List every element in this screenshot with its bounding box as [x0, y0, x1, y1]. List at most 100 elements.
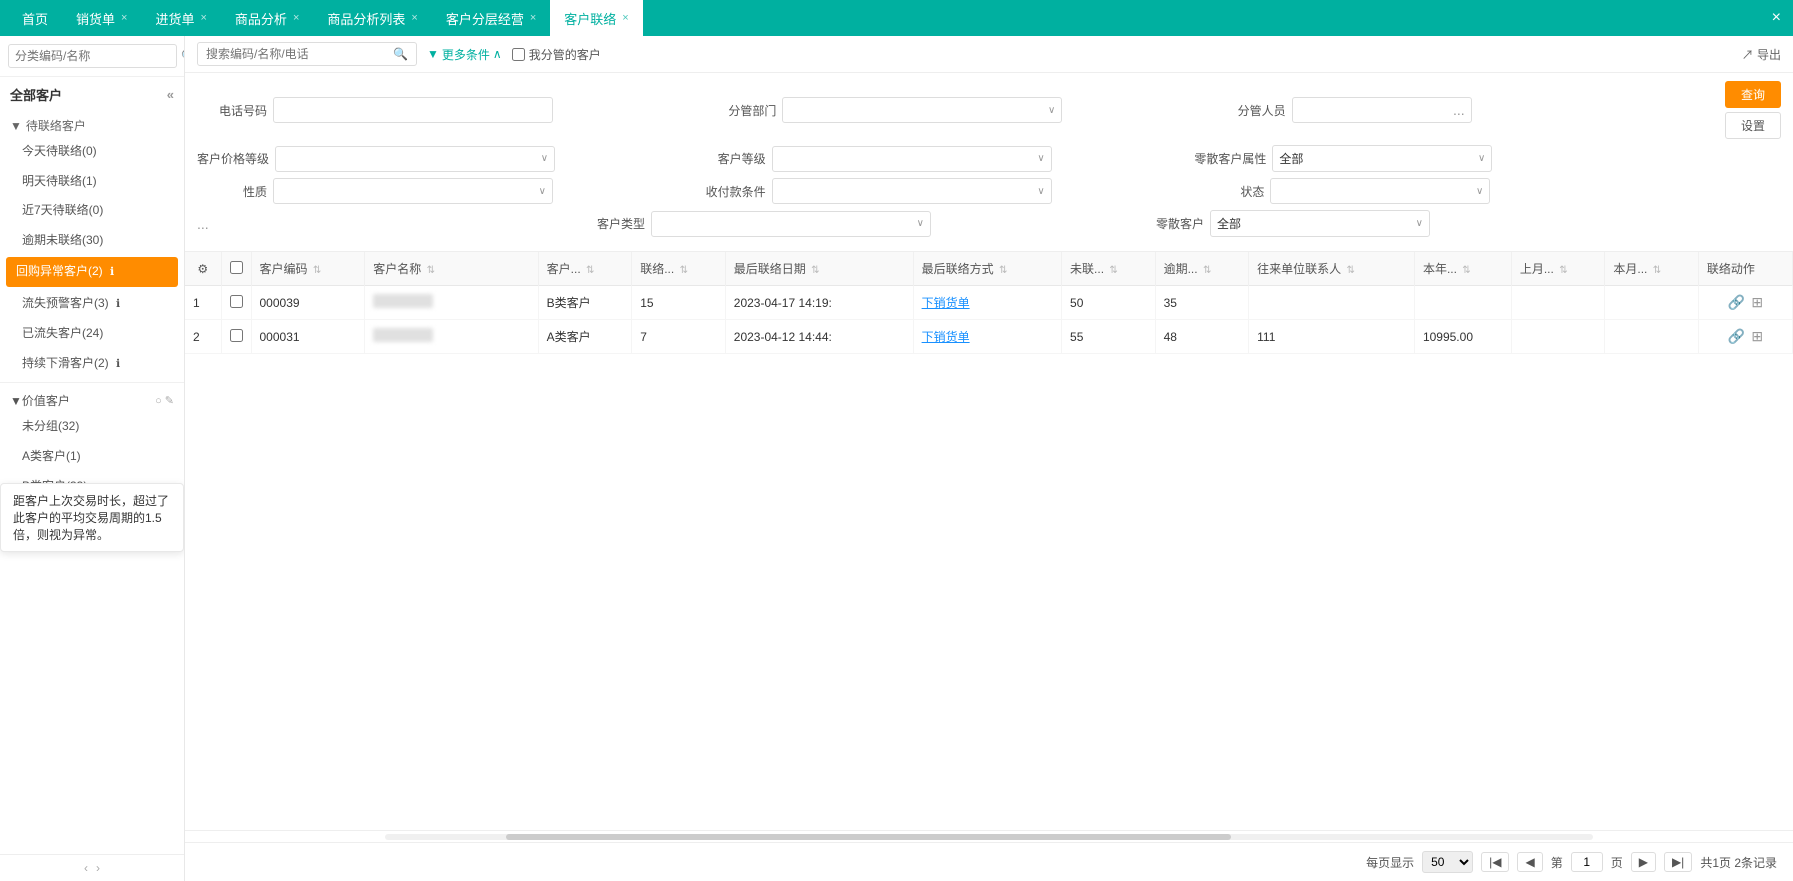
- per-page-select[interactable]: 50 20 100: [1422, 851, 1473, 873]
- customer-type-select[interactable]: ∨: [651, 211, 931, 237]
- sort-this-year[interactable]: ⇅: [1462, 265, 1470, 276]
- action-grid-icon[interactable]: ⊞: [1751, 294, 1763, 311]
- retail-customer-select[interactable]: 全部 ∨: [1210, 210, 1430, 237]
- horizontal-scrollbar[interactable]: [185, 830, 1793, 842]
- settings-icon[interactable]: ⚙: [197, 262, 208, 276]
- nature-select[interactable]: ∨: [273, 178, 553, 204]
- nav-home[interactable]: 首页: [8, 0, 62, 36]
- sort-contact[interactable]: ⇅: [680, 265, 688, 276]
- close-sales-tab[interactable]: ×: [121, 12, 127, 24]
- nav-customer-segment[interactable]: 客户分层经营 ×: [432, 0, 550, 36]
- next-page-btn[interactable]: ▶: [1631, 852, 1656, 872]
- sidebar-item-overdue[interactable]: 逾期未联络(30): [0, 226, 184, 256]
- action-link-icon[interactable]: 🔗: [1728, 328, 1745, 345]
- sidebar-item-ungroup[interactable]: 未分组(32): [0, 412, 184, 442]
- close-all-tabs[interactable]: ×: [1772, 9, 1781, 27]
- value-group-edit[interactable]: ○ ✎: [155, 394, 174, 407]
- phone-input[interactable]: [273, 97, 553, 123]
- last-method-link[interactable]: 下销货单: [922, 330, 970, 344]
- last-method-link[interactable]: 下销货单: [922, 296, 970, 310]
- person-dots[interactable]: ...: [1453, 102, 1465, 118]
- nav-purchase[interactable]: 进货单 ×: [141, 0, 220, 36]
- sidebar-left-arrow[interactable]: ‹: [84, 861, 88, 875]
- td-11: [1414, 286, 1511, 320]
- action-grid-icon[interactable]: ⊞: [1751, 328, 1763, 345]
- action-link-icon[interactable]: 🔗: [1728, 294, 1745, 311]
- row4-dots[interactable]: ...: [197, 216, 209, 232]
- payment-select[interactable]: ∨: [772, 178, 1052, 204]
- sidebar-bottom-nav[interactable]: ‹ ›: [0, 854, 184, 881]
- page-input[interactable]: [1571, 852, 1603, 872]
- sidebar-item-a-class[interactable]: A类客户(1): [0, 442, 184, 472]
- sidebar-collapse-btn[interactable]: «: [167, 87, 174, 102]
- dept-select[interactable]: ∨: [782, 97, 1062, 123]
- pending-group[interactable]: ▼ 待联络客户: [0, 112, 184, 137]
- last-page-btn[interactable]: ▶|: [1664, 852, 1692, 872]
- query-button[interactable]: 查询: [1725, 81, 1781, 108]
- sort-last-month[interactable]: ⇅: [1559, 265, 1567, 276]
- close-customer-contact-tab[interactable]: ×: [622, 12, 628, 24]
- nav-analysis-list[interactable]: 商品分析列表 ×: [313, 0, 431, 36]
- my-customers-checkbox[interactable]: 我分管的客户: [512, 46, 601, 63]
- nav-sales[interactable]: 销货单 ×: [62, 0, 141, 36]
- all-customers-header[interactable]: 全部客户 «: [0, 77, 184, 112]
- sidebar-item-already-lost[interactable]: 已流失客户(24): [0, 319, 184, 349]
- first-page-btn[interactable]: |◀: [1481, 852, 1509, 872]
- th-checkbox[interactable]: [221, 252, 251, 286]
- select-all-checkbox[interactable]: [230, 261, 243, 274]
- sort-code[interactable]: ⇅: [313, 265, 321, 276]
- sort-name[interactable]: ⇅: [427, 265, 435, 276]
- sidebar-search-input[interactable]: [8, 44, 177, 68]
- status-select[interactable]: ∨: [1270, 178, 1490, 204]
- th-name: 客户名称 ⇅: [365, 252, 538, 286]
- sidebar: 🔍 全部客户 « ▼ 待联络客户 今天待联络(0) 明天待联络(1) 近7天待联…: [0, 36, 185, 881]
- payment-label: 收付款条件: [696, 183, 766, 200]
- price-grade-select[interactable]: ∨: [275, 146, 555, 172]
- nav-analysis[interactable]: 商品分析 ×: [221, 0, 313, 36]
- sidebar-item-7days[interactable]: 近7天待联络(0): [0, 196, 184, 226]
- customer-type-label: 客户类型: [575, 215, 645, 232]
- td-10: 111: [1249, 320, 1415, 354]
- close-purchase-tab[interactable]: ×: [200, 12, 206, 24]
- td-4: B类客户: [538, 286, 632, 320]
- sidebar-item-continuous-down[interactable]: 持续下滑客户(2) ℹ: [0, 349, 184, 379]
- td-14: 🔗⊞: [1698, 320, 1792, 354]
- sidebar-item-today[interactable]: 今天待联络(0): [0, 137, 184, 167]
- customer-grade-select[interactable]: ∨: [772, 146, 1052, 172]
- sort-last-method[interactable]: ⇅: [999, 265, 1007, 276]
- sidebar-item-loss-risk[interactable]: 流失预警客户(3) ℹ: [0, 289, 184, 319]
- sidebar-item-repeat-abnormal[interactable]: 回购异常客户(2) ℹ: [6, 257, 178, 287]
- sort-overdue[interactable]: ⇅: [1203, 265, 1211, 276]
- row-checkbox[interactable]: [230, 295, 243, 308]
- th-settings[interactable]: ⚙: [185, 252, 221, 286]
- my-customers-check[interactable]: [512, 48, 525, 61]
- close-customer-segment-tab[interactable]: ×: [530, 12, 536, 24]
- sort-last-date[interactable]: ⇅: [811, 265, 819, 276]
- td-7: 下销货单: [913, 286, 1061, 320]
- settings-button[interactable]: 设置: [1725, 112, 1781, 139]
- table-row: 1000039B类客户152023-04-17 14:19:下销货单5035🔗⊞: [185, 286, 1793, 320]
- scroll-thumb[interactable]: [506, 834, 1231, 840]
- nav-customer-contact[interactable]: 客户联络 ×: [550, 0, 642, 36]
- field-dots: ...: [197, 216, 567, 232]
- sidebar-right-arrow[interactable]: ›: [96, 861, 100, 875]
- export-btn[interactable]: ↗ 导出: [1742, 46, 1781, 63]
- sort-not-contact[interactable]: ⇅: [1109, 265, 1117, 276]
- sort-type[interactable]: ⇅: [586, 265, 594, 276]
- retail-attr-select[interactable]: 全部 ∨: [1272, 145, 1492, 172]
- retail-attr-value: 全部: [1279, 150, 1303, 167]
- sidebar-item-tomorrow[interactable]: 明天待联络(1): [0, 167, 184, 197]
- close-analysis-list-tab[interactable]: ×: [411, 12, 417, 24]
- row-checkbox[interactable]: [230, 329, 243, 342]
- filter-more-btn[interactable]: ▼ 更多条件 ∧: [427, 46, 502, 63]
- sort-person[interactable]: ⇅: [1347, 265, 1355, 276]
- person-select[interactable]: ...: [1292, 97, 1472, 123]
- retail-customer-value: 全部: [1217, 215, 1241, 232]
- field-status: 状态 ∨: [1194, 178, 1685, 204]
- filter-search-input[interactable]: [206, 47, 393, 61]
- sort-this-month[interactable]: ⇅: [1653, 265, 1661, 276]
- close-analysis-tab[interactable]: ×: [293, 12, 299, 24]
- prev-page-btn[interactable]: ◀: [1517, 852, 1542, 872]
- filter-search-icon[interactable]: 🔍: [393, 47, 408, 61]
- td-14: 🔗⊞: [1698, 286, 1792, 320]
